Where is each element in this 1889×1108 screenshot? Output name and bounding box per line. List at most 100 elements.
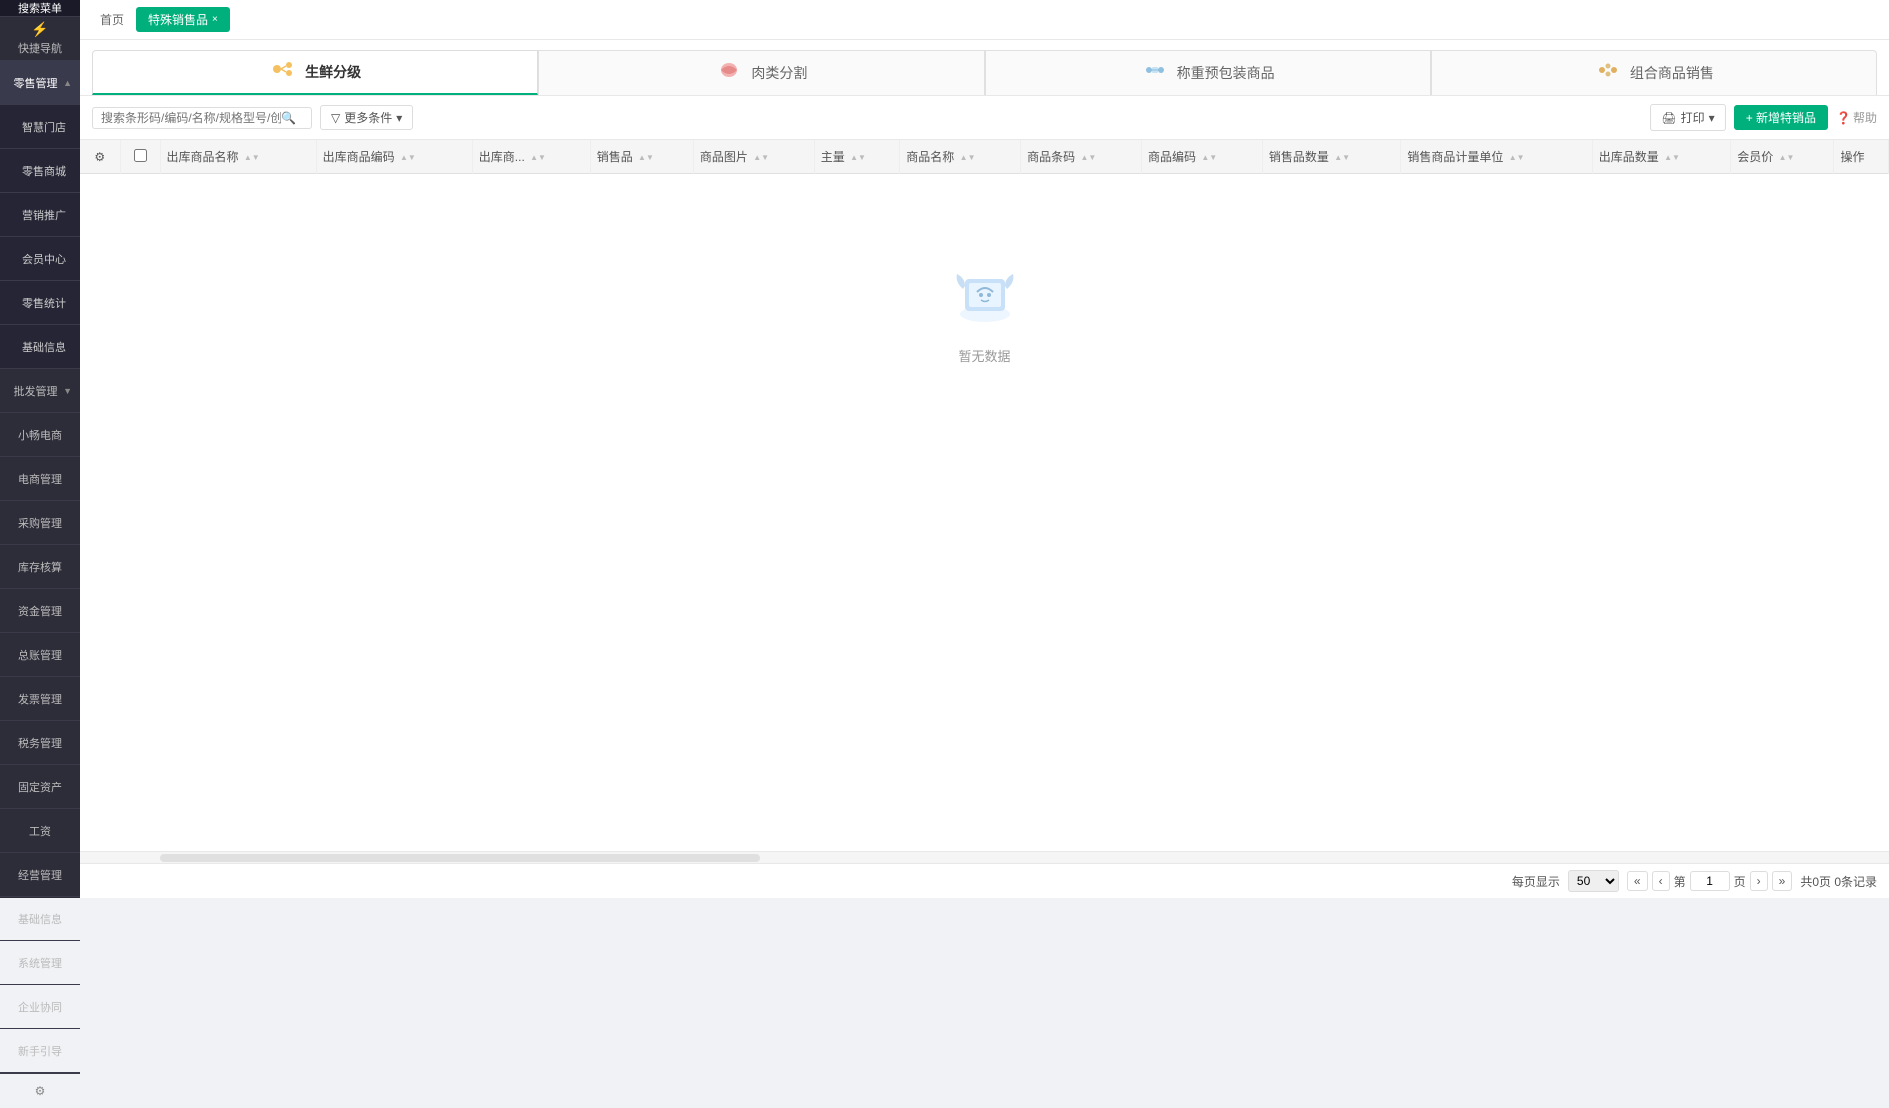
sidebar-item-label: 智慧门店 <box>22 119 66 135</box>
sidebar-item-wholesale-mgmt[interactable]: 批发管理 ▼ <box>0 369 80 413</box>
th-image[interactable]: 商品图片 ▲▼ <box>693 140 814 174</box>
pagination: 每页显示 10 20 50 100 « ‹ 第 页 › » 共0页 0条记录 <box>80 863 1889 898</box>
th-checkbox[interactable] <box>120 140 160 174</box>
sidebar-item-basic-info[interactable]: 基础信息 <box>0 325 80 369</box>
next-page-button[interactable]: › <box>1750 871 1768 891</box>
per-page-label: 每页显示 <box>1512 873 1560 890</box>
sidebar-item-fixed-assets[interactable]: 固定资产 <box>0 765 80 809</box>
tab-weigh-pack[interactable]: 称重预包装商品 <box>985 50 1431 95</box>
th-goods-code[interactable]: 商品编码 ▲▼ <box>1141 140 1262 174</box>
tab-close-icon[interactable]: × <box>212 14 218 25</box>
settings-icon[interactable]: ⚙ <box>94 150 105 164</box>
sidebar-item-label: 经营管理 <box>18 867 62 883</box>
empty-state: 暂无数据 <box>80 174 1889 445</box>
sidebar-item-retail-mgmt[interactable]: 零售管理 ▲ <box>0 61 80 105</box>
sidebar-item-new-guide[interactable]: 新手引导 <box>0 1029 80 1073</box>
sidebar-item-label: 采购管理 <box>18 515 62 531</box>
sidebar-item-retail-mall[interactable]: 零售商城 <box>0 149 80 193</box>
tab-meat-cut[interactable]: 肉类分割 <box>538 50 984 95</box>
th-operation: 操作 <box>1834 140 1889 174</box>
tab-combo[interactable]: 组合商品销售 <box>1431 50 1877 95</box>
sidebar-item-purchase-mgmt[interactable]: 采购管理 <box>0 501 80 545</box>
sidebar-item-label: 零售统计 <box>22 295 66 311</box>
sidebar-item-mini-ecom[interactable]: 小畅电商 <box>0 413 80 457</box>
page-nav: « ‹ 第 页 › » <box>1627 871 1792 891</box>
sidebar-item-label: 系统管理 <box>18 955 62 971</box>
page-label: 第 <box>1674 873 1686 890</box>
sidebar-item-base-info2[interactable]: 基础信息 <box>0 897 80 941</box>
th-settings[interactable]: ⚙ <box>80 140 120 174</box>
category-tabs: 生鲜分级 肉类分割 <box>80 40 1889 96</box>
page-body: 生鲜分级 肉类分割 <box>80 40 1889 898</box>
empty-illustration <box>945 254 1025 334</box>
top-nav: 首页 特殊销售品 × <box>80 0 1889 40</box>
print-button[interactable]: 🖨 打印 ▾ <box>1650 104 1725 131</box>
sidebar-item-retail-stat[interactable]: 零售统计 <box>0 281 80 325</box>
last-page-button[interactable]: » <box>1772 871 1793 891</box>
filter-label: 更多条件 <box>344 109 392 126</box>
sidebar-item-tax-mgmt[interactable]: 税务管理 <box>0 721 80 765</box>
sidebar-item-label: 资金管理 <box>18 603 62 619</box>
horizontal-scrollbar[interactable] <box>80 851 1889 863</box>
sidebar-item-quick-nav[interactable]: ⚡ 快捷导航 <box>0 17 80 61</box>
th-out-qty[interactable]: 出库品数量 ▲▼ <box>1592 140 1731 174</box>
search-input[interactable] <box>101 111 281 125</box>
data-table: ⚙ 出库商品名称 ▲▼ 出库商品编码 ▲▼ <box>80 140 1889 174</box>
page-input[interactable] <box>1690 871 1730 891</box>
chevron-down-icon: ▾ <box>1709 111 1715 125</box>
th-sale-qty[interactable]: 销售品数量 ▲▼ <box>1262 140 1401 174</box>
sidebar-item-smart-store[interactable]: 智慧门店 <box>0 105 80 149</box>
help-button[interactable]: ❓ 帮助 <box>1836 109 1877 126</box>
sort-icon: ▲▼ <box>1201 153 1217 162</box>
th-out-name[interactable]: 出库商品名称 ▲▼ <box>160 140 316 174</box>
active-tab[interactable]: 特殊销售品 × <box>136 7 230 32</box>
sidebar-item-enterprise[interactable]: 企业协同 <box>0 985 80 1029</box>
add-button[interactable]: + 新增特销品 <box>1734 105 1828 130</box>
th-sale-unit[interactable]: 销售商品计量单位 ▲▼ <box>1401 140 1592 174</box>
select-all-checkbox[interactable] <box>134 149 147 162</box>
sort-icon: ▲▼ <box>960 153 976 162</box>
sidebar-item-invoice-mgmt[interactable]: 发票管理 <box>0 677 80 721</box>
sidebar-item-member-center[interactable]: 会员中心 <box>0 237 80 281</box>
empty-text: 暂无数据 <box>958 346 1010 365</box>
sort-icon: ▲▼ <box>638 153 654 162</box>
sidebar-item-system-mgmt[interactable]: 系统管理 <box>0 941 80 985</box>
sidebar-item-wages[interactable]: 工资 <box>0 809 80 853</box>
sidebar-item-ops-mgmt[interactable]: 经营管理 <box>0 853 80 897</box>
th-weight[interactable]: 主量 ▲▼ <box>814 140 900 174</box>
th-goods-name[interactable]: 商品名称 ▲▼ <box>900 140 1021 174</box>
sidebar-item-label: 新手引导 <box>18 1043 62 1059</box>
th-barcode[interactable]: 商品条码 ▲▼ <box>1021 140 1142 174</box>
table-header-row: ⚙ 出库商品名称 ▲▼ 出库商品编码 ▲▼ <box>80 140 1889 174</box>
toolbar-left: 🔍 ▽ 更多条件 ▾ <box>92 105 413 130</box>
question-icon: ❓ <box>1836 111 1851 125</box>
sidebar-item-finance-mgmt[interactable]: 资金管理 <box>0 589 80 633</box>
first-page-button[interactable]: « <box>1627 871 1648 891</box>
sidebar-item-label: 快捷导航 <box>18 40 62 56</box>
sidebar-item-label: 基础信息 <box>22 339 66 355</box>
tab-fresh-grade[interactable]: 生鲜分级 <box>92 50 538 95</box>
gear-button[interactable]: ⚙ <box>0 1073 80 1108</box>
th-out-code[interactable]: 出库商品编码 ▲▼ <box>316 140 472 174</box>
th-sale-item[interactable]: 销售品 ▲▼ <box>590 140 693 174</box>
sidebar-item-label: 税务管理 <box>18 735 62 751</box>
filter-button[interactable]: ▽ 更多条件 ▾ <box>320 105 413 130</box>
sidebar-item-general-ledger[interactable]: 总账管理 <box>0 633 80 677</box>
sort-icon: ▲▼ <box>1779 153 1795 162</box>
per-page-select[interactable]: 10 20 50 100 <box>1568 870 1619 892</box>
chevron-down-icon: ▼ <box>63 386 72 396</box>
sidebar-item-label: 企业协同 <box>18 999 62 1015</box>
home-tab[interactable]: 首页 <box>92 11 132 28</box>
search-box[interactable]: 🔍 <box>92 107 312 129</box>
sidebar-item-marketing[interactable]: 营销推广 <box>0 193 80 237</box>
sort-icon: ▲▼ <box>753 153 769 162</box>
sidebar-item-inventory[interactable]: 库存核算 <box>0 545 80 589</box>
prev-page-button[interactable]: ‹ <box>1652 871 1670 891</box>
th-member-price[interactable]: 会员价 ▲▼ <box>1731 140 1834 174</box>
table-container: ⚙ 出库商品名称 ▲▼ 出库商品编码 ▲▼ <box>80 140 1889 851</box>
sort-icon: ▲▼ <box>244 153 260 162</box>
sidebar-item-ecom-mgmt[interactable]: 电商管理 <box>0 457 80 501</box>
search-icon[interactable]: 🔍 <box>281 111 296 125</box>
sidebar-logo[interactable]: 搜索菜单 <box>0 0 80 17</box>
th-out-spec[interactable]: 出库商... ▲▼ <box>472 140 590 174</box>
